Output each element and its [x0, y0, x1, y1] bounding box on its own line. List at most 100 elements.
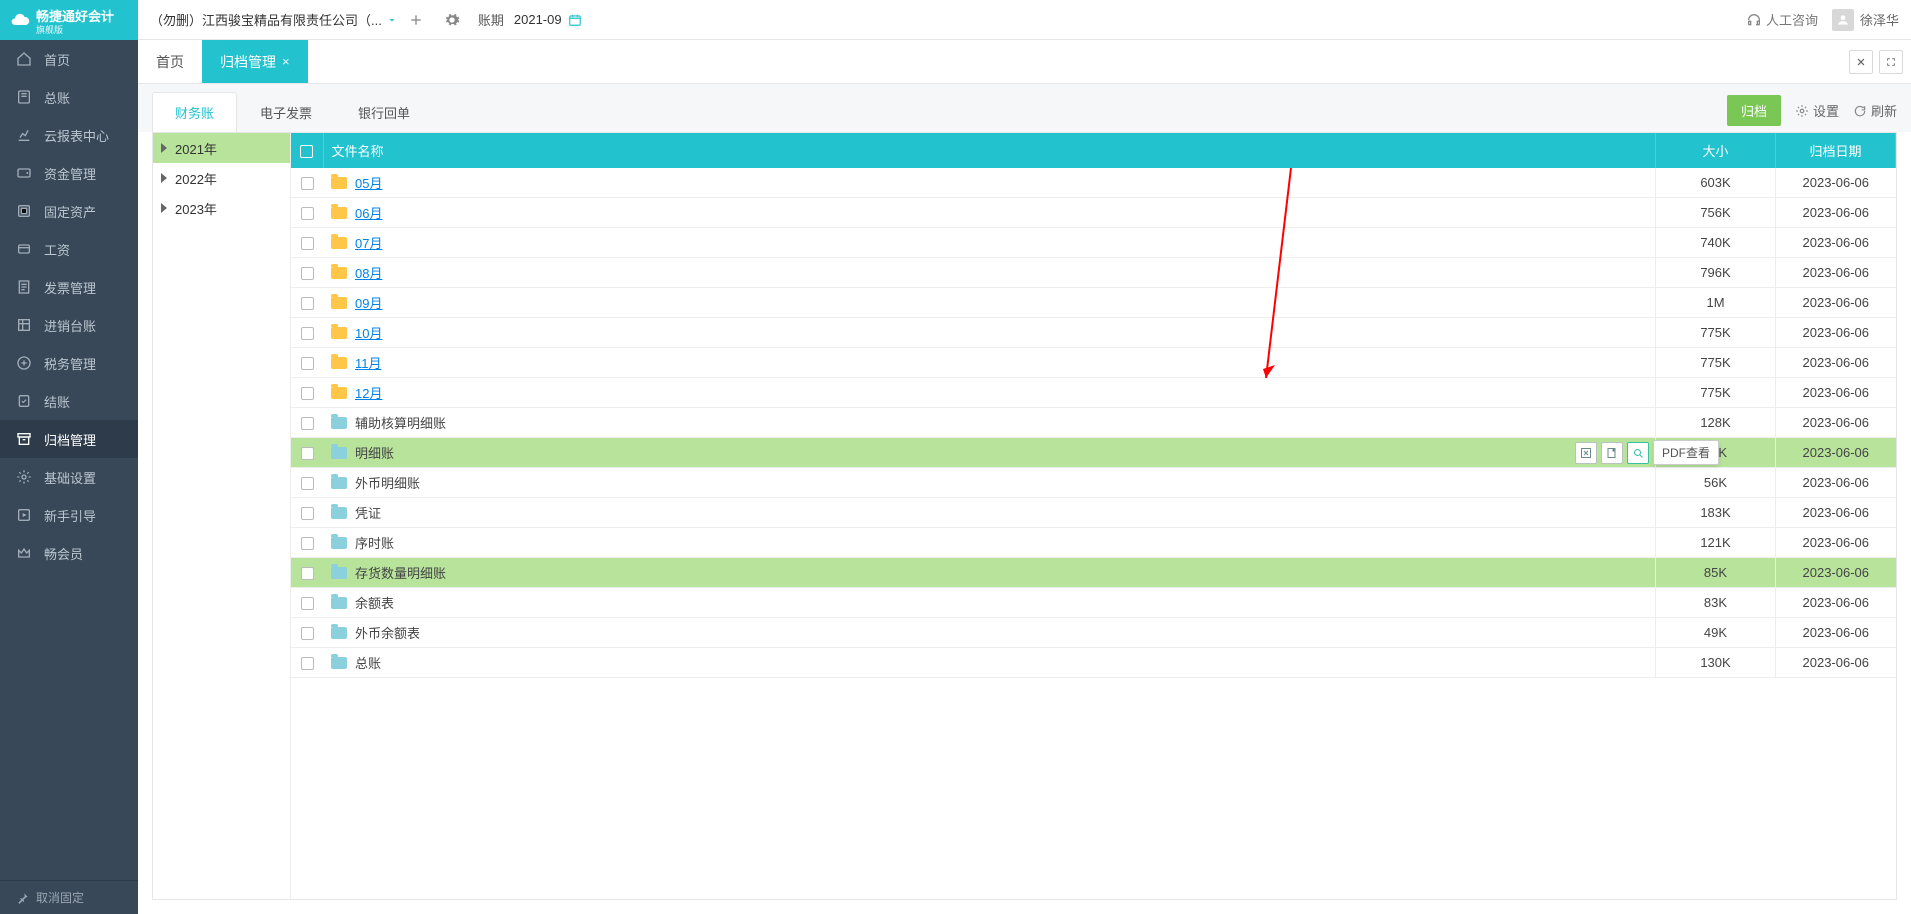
table-row[interactable]: 凭证183K2023-06-06	[291, 498, 1896, 528]
row-checkbox[interactable]	[301, 657, 314, 670]
nav-item-1[interactable]: 总账	[0, 78, 138, 116]
table-row[interactable]: 总账130K2023-06-06	[291, 648, 1896, 678]
nav-item-6[interactable]: 发票管理	[0, 268, 138, 306]
row-checkbox[interactable]	[301, 597, 314, 610]
nav-item-2[interactable]: 云报表中心	[0, 116, 138, 154]
gear-icon-top[interactable]	[438, 6, 466, 34]
nav-item-4[interactable]: 固定资产	[0, 192, 138, 230]
row-checkbox[interactable]	[301, 267, 314, 280]
table-row[interactable]: 09月1M2023-06-06	[291, 288, 1896, 318]
nav-item-11[interactable]: 基础设置	[0, 458, 138, 496]
nav-item-7[interactable]: 进销台账	[0, 306, 138, 344]
file-name[interactable]: 明细账	[355, 443, 394, 462]
file-name[interactable]: 06月	[355, 203, 382, 222]
year-item-0[interactable]: 2021年	[153, 133, 290, 163]
close-icon[interactable]: ×	[282, 54, 290, 69]
nav-item-8[interactable]: 税务管理	[0, 344, 138, 382]
table-row[interactable]: 存货数量明细账85K2023-06-06	[291, 558, 1896, 588]
row-checkbox[interactable]	[301, 237, 314, 250]
table-row[interactable]: 07月740K2023-06-06	[291, 228, 1896, 258]
row-checkbox[interactable]	[301, 207, 314, 220]
nav-item-3[interactable]: 资金管理	[0, 154, 138, 192]
table-row[interactable]: 11月775K2023-06-06	[291, 348, 1896, 378]
row-checkbox[interactable]	[301, 297, 314, 310]
table-row[interactable]: 明细账PDF查看30K2023-06-06	[291, 438, 1896, 468]
wallet-icon	[16, 165, 32, 181]
file-name[interactable]: 11月	[355, 353, 382, 372]
file-name[interactable]: 10月	[355, 323, 382, 342]
table-row[interactable]: 外币明细账56K2023-06-06	[291, 468, 1896, 498]
nav-item-10[interactable]: 归档管理	[0, 420, 138, 458]
row-checkbox[interactable]	[301, 387, 314, 400]
user-menu[interactable]: 徐泽华	[1832, 9, 1899, 31]
table-row[interactable]: 12月775K2023-06-06	[291, 378, 1896, 408]
main: 首页归档管理× 财务账电子发票银行回单 归档 设置	[138, 40, 1911, 914]
inner-tab-2[interactable]: 银行回单	[335, 92, 433, 132]
global-tab-1[interactable]: 归档管理×	[202, 40, 308, 83]
select-all-checkbox[interactable]	[300, 145, 313, 158]
nav-item-0[interactable]: 首页	[0, 40, 138, 78]
period-selector[interactable]: 账期 2021-09	[478, 10, 582, 29]
table-row[interactable]: 外币余额表49K2023-06-06	[291, 618, 1896, 648]
company-selector[interactable]: （勿删） 江西骏宝精品有限责任公司（...	[150, 10, 398, 29]
table-row[interactable]: 05月603K2023-06-06	[291, 168, 1896, 198]
file-name[interactable]: 凭证	[355, 503, 381, 522]
archive-button[interactable]: 归档	[1727, 95, 1781, 126]
table-row[interactable]: 序时账121K2023-06-06	[291, 528, 1896, 558]
add-button[interactable]	[402, 6, 430, 34]
file-name[interactable]: 外币明细账	[355, 473, 420, 492]
file-name-cell: 存货数量明细账	[323, 558, 1656, 588]
file-name[interactable]: 总账	[355, 653, 381, 672]
row-checkbox[interactable]	[301, 507, 314, 520]
row-checkbox[interactable]	[301, 177, 314, 190]
table-row[interactable]: 余额表83K2023-06-06	[291, 588, 1896, 618]
row-checkbox[interactable]	[301, 357, 314, 370]
nav-item-9[interactable]: 结账	[0, 382, 138, 420]
toolbar-settings[interactable]: 设置	[1795, 101, 1839, 120]
refresh-icon	[1853, 104, 1867, 118]
file-name[interactable]: 序时账	[355, 533, 394, 552]
file-name[interactable]: 余额表	[355, 593, 394, 612]
file-name[interactable]: 09月	[355, 293, 382, 312]
file-name[interactable]: 存货数量明细账	[355, 563, 446, 582]
file-name[interactable]: 12月	[355, 383, 382, 402]
table-row[interactable]: 辅助核算明细账128K2023-06-06	[291, 408, 1896, 438]
file-name[interactable]: 08月	[355, 263, 382, 282]
global-tab-0[interactable]: 首页	[138, 40, 202, 83]
inner-tab-1[interactable]: 电子发票	[237, 92, 335, 132]
file-name-cell: 外币明细账	[323, 468, 1656, 498]
year-item-2[interactable]: 2023年	[153, 193, 290, 223]
brand-logo[interactable]: 畅捷通好会计 旗舰版	[0, 0, 138, 40]
file-name[interactable]: 07月	[355, 233, 382, 252]
pdf-view-icon[interactable]	[1627, 442, 1649, 464]
table-row[interactable]: 10月775K2023-06-06	[291, 318, 1896, 348]
row-checkbox[interactable]	[301, 477, 314, 490]
manual-consult[interactable]: 人工咨询	[1746, 10, 1818, 29]
folder-icon	[331, 267, 347, 279]
row-checkbox[interactable]	[301, 447, 314, 460]
row-checkbox[interactable]	[301, 567, 314, 580]
file-name[interactable]: 辅助核算明细账	[355, 413, 446, 432]
file-name[interactable]: 05月	[355, 173, 382, 192]
year-item-1[interactable]: 2022年	[153, 163, 290, 193]
period-label: 账期	[478, 10, 504, 29]
toolbar-refresh[interactable]: 刷新	[1853, 101, 1897, 120]
download-pdf-icon[interactable]	[1601, 442, 1623, 464]
fullscreen-button[interactable]	[1879, 50, 1903, 74]
nav-item-label: 税务管理	[44, 354, 96, 373]
close-tab-button[interactable]	[1849, 50, 1873, 74]
inner-tab-0[interactable]: 财务账	[152, 92, 237, 132]
row-checkbox[interactable]	[301, 327, 314, 340]
nav-item-12[interactable]: 新手引导	[0, 496, 138, 534]
table-row[interactable]: 06月756K2023-06-06	[291, 198, 1896, 228]
file-date: 2023-06-06	[1776, 258, 1896, 288]
download-excel-icon[interactable]	[1575, 442, 1597, 464]
row-checkbox[interactable]	[301, 627, 314, 640]
table-row[interactable]: 08月796K2023-06-06	[291, 258, 1896, 288]
file-name[interactable]: 外币余额表	[355, 623, 420, 642]
nav-item-5[interactable]: 工资	[0, 230, 138, 268]
row-checkbox[interactable]	[301, 537, 314, 550]
sidebar-unpin[interactable]: 取消固定	[0, 880, 138, 914]
nav-item-13[interactable]: 畅会员	[0, 534, 138, 572]
row-checkbox[interactable]	[301, 417, 314, 430]
